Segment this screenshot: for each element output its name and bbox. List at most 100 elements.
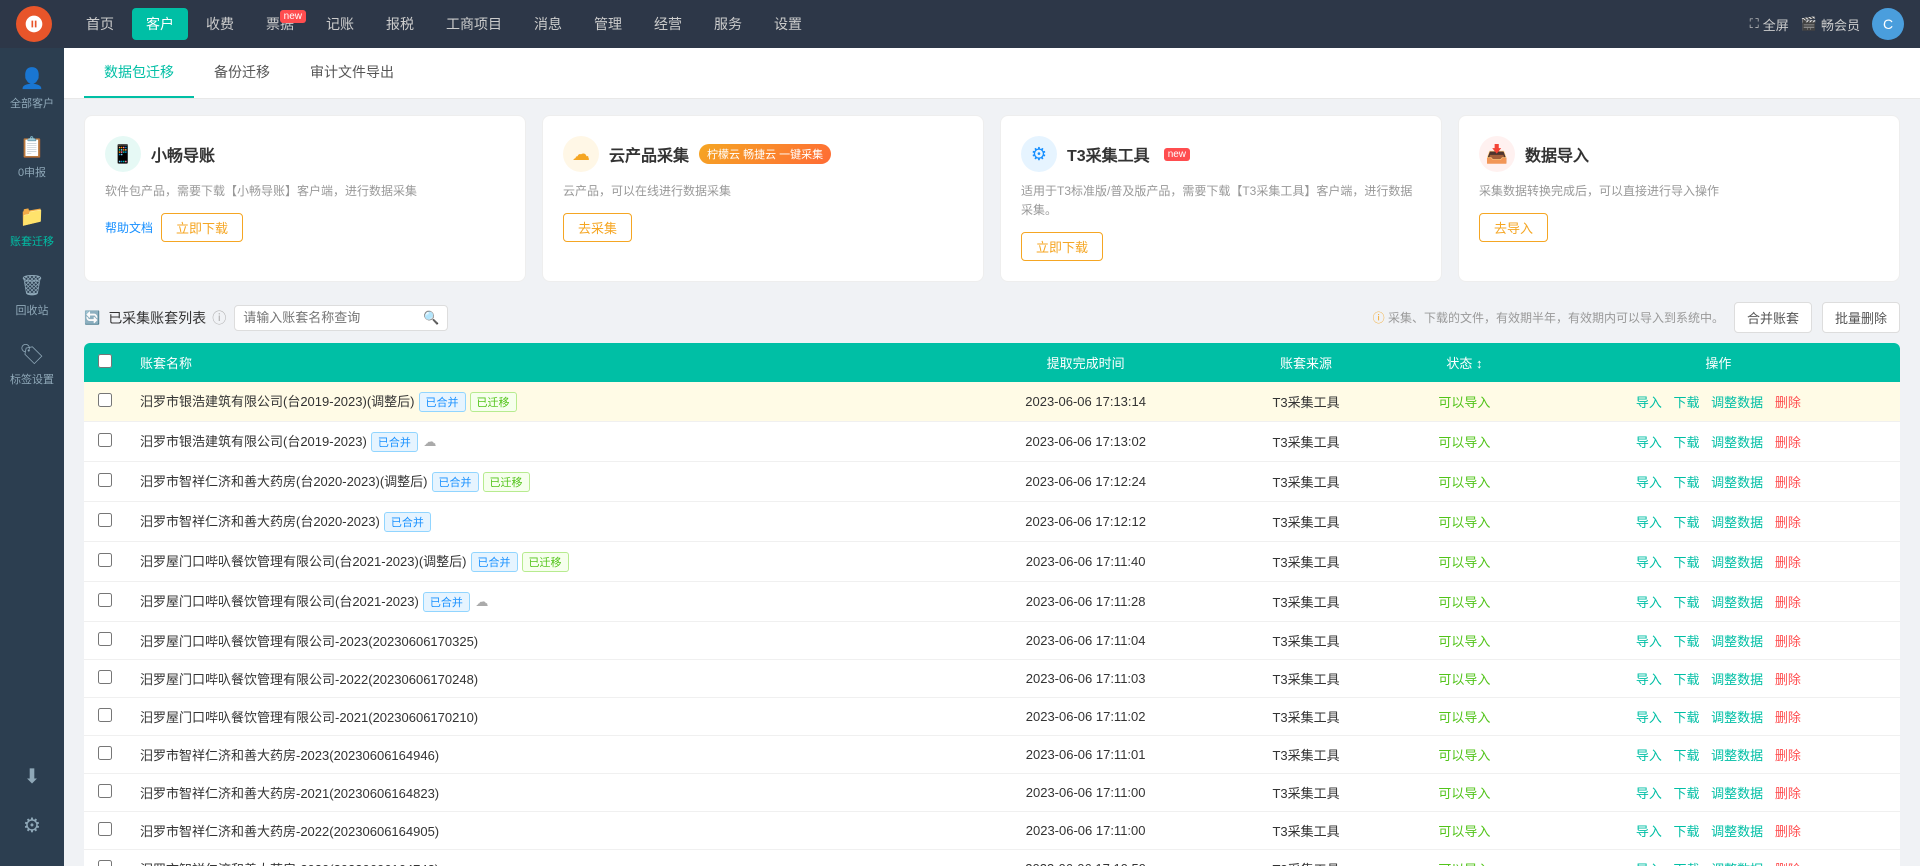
nav-item-operate[interactable]: 经营 <box>640 8 696 40</box>
action-导入[interactable]: 导入 <box>1632 672 1666 687</box>
action-导入[interactable]: 导入 <box>1632 435 1666 450</box>
xiaochang-help-link[interactable]: 帮助文档 <box>105 219 153 236</box>
action-下载[interactable]: 下载 <box>1670 862 1704 866</box>
nav-item-home[interactable]: 首页 <box>72 8 128 40</box>
action-调整数据[interactable]: 调整数据 <box>1707 824 1767 839</box>
action-调整数据[interactable]: 调整数据 <box>1707 786 1767 801</box>
t3-download-button[interactable]: 立即下载 <box>1021 232 1103 261</box>
action-下载[interactable]: 下载 <box>1670 672 1704 687</box>
action-删除[interactable]: 删除 <box>1771 435 1805 450</box>
fullscreen-button[interactable]: ⛶ 全屏 <box>1750 15 1789 34</box>
action-调整数据[interactable]: 调整数据 <box>1707 862 1767 866</box>
action-下载[interactable]: 下载 <box>1670 555 1704 570</box>
xiaochang-download-button[interactable]: 立即下载 <box>161 213 243 242</box>
row-checkbox[interactable] <box>98 593 112 607</box>
cloud-collect-button[interactable]: 去采集 <box>563 213 632 242</box>
nav-item-service[interactable]: 服务 <box>700 8 756 40</box>
action-删除[interactable]: 删除 <box>1771 672 1805 687</box>
action-删除[interactable]: 删除 <box>1771 824 1805 839</box>
tab-audit-export[interactable]: 审计文件导出 <box>290 48 414 98</box>
action-调整数据[interactable]: 调整数据 <box>1707 672 1767 687</box>
search-icon[interactable]: 🔍 <box>423 310 439 326</box>
row-checkbox[interactable] <box>98 670 112 684</box>
row-checkbox[interactable] <box>98 784 112 798</box>
app-logo[interactable] <box>16 6 52 42</box>
action-调整数据[interactable]: 调整数据 <box>1707 435 1767 450</box>
action-调整数据[interactable]: 调整数据 <box>1707 515 1767 530</box>
batch-delete-button[interactable]: 批量删除 <box>1822 302 1900 333</box>
action-导入[interactable]: 导入 <box>1632 515 1666 530</box>
tab-data-migration[interactable]: 数据包迁移 <box>84 48 194 98</box>
row-checkbox[interactable] <box>98 746 112 760</box>
list-title-help-icon[interactable]: ⓘ <box>212 308 226 328</box>
row-checkbox[interactable] <box>98 632 112 646</box>
action-下载[interactable]: 下载 <box>1670 824 1704 839</box>
tab-backup-migration[interactable]: 备份迁移 <box>194 48 290 98</box>
sidebar-item-all-clients[interactable]: 👤 全部客户 <box>0 56 64 121</box>
action-下载[interactable]: 下载 <box>1670 786 1704 801</box>
action-下载[interactable]: 下载 <box>1670 634 1704 649</box>
action-下载[interactable]: 下载 <box>1670 475 1704 490</box>
action-调整数据[interactable]: 调整数据 <box>1707 595 1767 610</box>
action-导入[interactable]: 导入 <box>1632 786 1666 801</box>
action-下载[interactable]: 下载 <box>1670 435 1704 450</box>
nav-item-settings[interactable]: 设置 <box>760 8 816 40</box>
action-删除[interactable]: 删除 <box>1771 555 1805 570</box>
col-status[interactable]: 状态 ↕ <box>1392 343 1537 382</box>
action-删除[interactable]: 删除 <box>1771 710 1805 725</box>
nav-item-account[interactable]: 记账 <box>312 8 368 40</box>
action-下载[interactable]: 下载 <box>1670 748 1704 763</box>
action-删除[interactable]: 删除 <box>1771 475 1805 490</box>
nav-item-business[interactable]: 工商项目 <box>432 8 516 40</box>
sidebar-item-tag-settings[interactable]: 🏷 标签设置 <box>0 332 64 397</box>
row-checkbox[interactable] <box>98 433 112 447</box>
action-下载[interactable]: 下载 <box>1670 710 1704 725</box>
row-checkbox[interactable] <box>98 473 112 487</box>
action-调整数据[interactable]: 调整数据 <box>1707 710 1767 725</box>
refresh-icon[interactable]: 🔄 <box>84 310 100 326</box>
nav-item-manage[interactable]: 管理 <box>580 8 636 40</box>
action-删除[interactable]: 删除 <box>1771 862 1805 866</box>
action-下载[interactable]: 下载 <box>1670 595 1704 610</box>
search-input[interactable] <box>243 310 423 325</box>
sidebar-item-user[interactable]: ⚙ <box>17 803 47 848</box>
action-调整数据[interactable]: 调整数据 <box>1707 748 1767 763</box>
nav-item-invoice[interactable]: 票据 new <box>252 8 308 40</box>
row-checkbox[interactable] <box>98 708 112 722</box>
action-下载[interactable]: 下载 <box>1670 395 1704 410</box>
action-导入[interactable]: 导入 <box>1632 595 1666 610</box>
action-调整数据[interactable]: 调整数据 <box>1707 555 1767 570</box>
action-调整数据[interactable]: 调整数据 <box>1707 475 1767 490</box>
action-导入[interactable]: 导入 <box>1632 634 1666 649</box>
action-删除[interactable]: 删除 <box>1771 395 1805 410</box>
nav-item-client[interactable]: 客户 <box>132 8 188 40</box>
action-导入[interactable]: 导入 <box>1632 555 1666 570</box>
row-checkbox[interactable] <box>98 822 112 836</box>
action-导入[interactable]: 导入 <box>1632 824 1666 839</box>
action-导入[interactable]: 导入 <box>1632 862 1666 866</box>
nav-item-message[interactable]: 消息 <box>520 8 576 40</box>
user-avatar[interactable]: C <box>1872 8 1904 40</box>
action-导入[interactable]: 导入 <box>1632 395 1666 410</box>
merge-button[interactable]: 合并账套 <box>1734 302 1812 333</box>
action-下载[interactable]: 下载 <box>1670 515 1704 530</box>
row-checkbox[interactable] <box>98 393 112 407</box>
action-导入[interactable]: 导入 <box>1632 710 1666 725</box>
action-导入[interactable]: 导入 <box>1632 475 1666 490</box>
import-goto-button[interactable]: 去导入 <box>1479 213 1548 242</box>
action-删除[interactable]: 删除 <box>1771 515 1805 530</box>
nav-item-fee[interactable]: 收费 <box>192 8 248 40</box>
action-删除[interactable]: 删除 <box>1771 634 1805 649</box>
sidebar-item-account-transfer[interactable]: 📁 账套迁移 <box>0 194 64 259</box>
action-导入[interactable]: 导入 <box>1632 748 1666 763</box>
action-调整数据[interactable]: 调整数据 <box>1707 395 1767 410</box>
action-调整数据[interactable]: 调整数据 <box>1707 634 1767 649</box>
action-删除[interactable]: 删除 <box>1771 595 1805 610</box>
select-all-checkbox[interactable] <box>98 354 112 368</box>
member-button[interactable]: 🎬 畅会员 <box>1801 15 1860 34</box>
nav-item-tax[interactable]: 报税 <box>372 8 428 40</box>
sidebar-item-recycle[interactable]: 🗑 回收站 <box>0 263 64 328</box>
action-删除[interactable]: 删除 <box>1771 748 1805 763</box>
row-checkbox[interactable] <box>98 513 112 527</box>
row-checkbox[interactable] <box>98 553 112 567</box>
